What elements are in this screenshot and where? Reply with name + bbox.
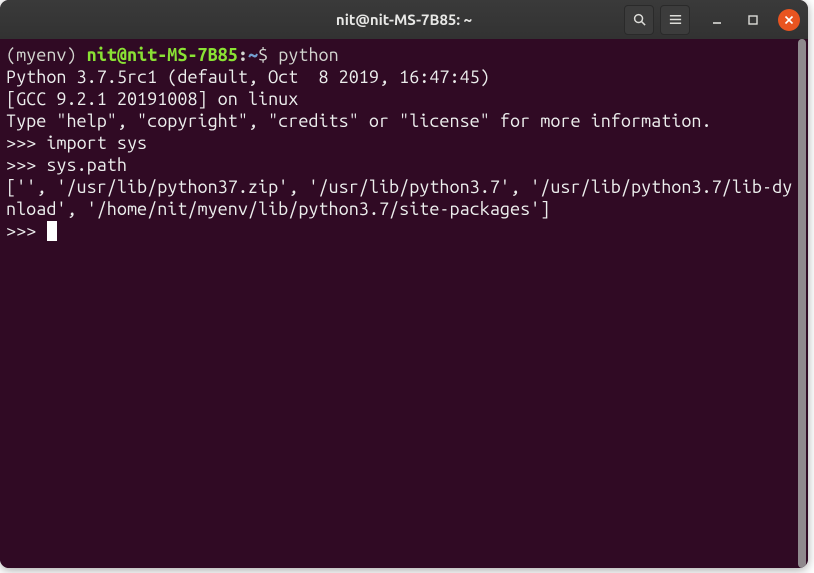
env-prefix: (myenv) [6,45,87,65]
typed-command: python [278,45,338,65]
repl-line: >>> sys.path [6,154,802,176]
repl-input: import sys [46,133,147,153]
close-button[interactable] [778,9,800,31]
cwd: ~ [248,45,258,65]
user-host: nit@nit-MS-7B85 [87,45,238,65]
search-button[interactable] [624,5,654,35]
output-line: ['', '/usr/lib/python37.zip', '/usr/lib/… [6,176,802,220]
output-line: Python 3.7.5rc1 (default, Oct 8 2019, 16… [6,66,802,88]
titlebar: nit@nit-MS-7B85: ~ [0,0,808,39]
hamburger-menu-button[interactable] [660,5,690,35]
output-line: [GCC 9.2.1 20191008] on linux [6,88,802,110]
minimize-button[interactable] [706,9,728,31]
scrollbar-track[interactable] [796,39,808,568]
cursor [47,221,57,241]
prompt-line: (myenv) nit@nit-MS-7B85:~$ python [6,44,802,66]
search-icon [632,12,647,27]
maximize-button[interactable] [742,9,764,31]
minimize-icon [711,14,723,26]
repl-prompt: >>> [6,221,46,241]
close-icon [784,15,794,25]
hamburger-icon [668,12,683,27]
path-separator: : [238,45,248,65]
terminal-body[interactable]: (myenv) nit@nit-MS-7B85:~$ python Python… [0,39,808,568]
repl-prompt: >>> [6,155,46,175]
repl-line: >>> import sys [6,132,802,154]
maximize-icon [747,14,759,26]
scrollbar-thumb[interactable] [798,39,806,568]
repl-line: >>> [6,220,802,242]
output-line: Type "help", "copyright", "credits" or "… [6,110,802,132]
terminal-window: nit@nit-MS-7B85: ~ [0,0,808,568]
repl-input: sys.path [46,155,127,175]
prompt-sigil: $ [258,45,278,65]
repl-prompt: >>> [6,133,46,153]
window-controls [706,0,800,39]
header-tool-buttons [624,0,690,39]
